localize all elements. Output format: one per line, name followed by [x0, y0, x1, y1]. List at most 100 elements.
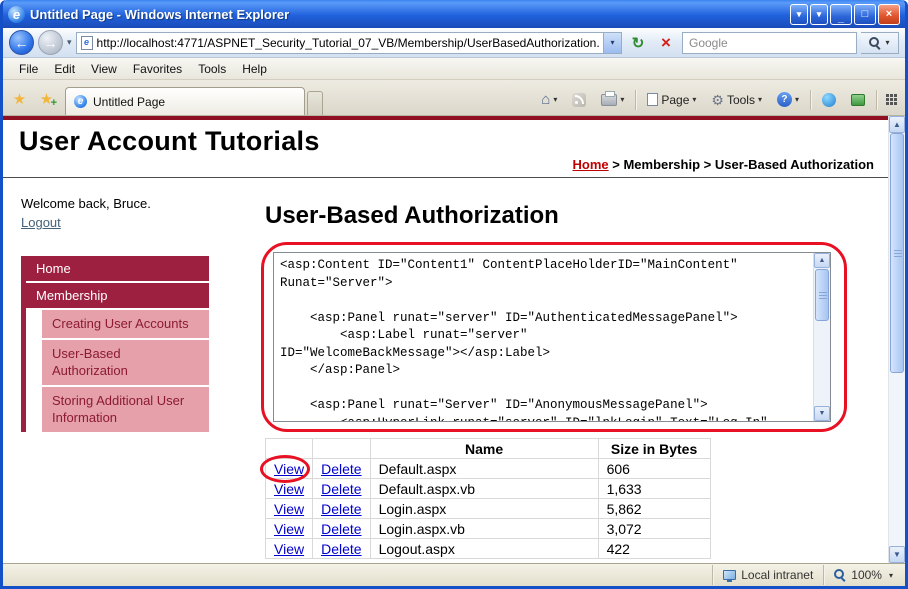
favorites-center-button[interactable]: ★	[7, 86, 32, 112]
close-button[interactable]: ×	[878, 3, 900, 25]
menu-help[interactable]: Help	[234, 60, 275, 78]
site-title: User Account Tutorials	[19, 126, 320, 156]
help-icon: ?	[776, 92, 792, 107]
delete-link[interactable]: Delete	[321, 521, 361, 537]
chevron-down-icon: ▾	[757, 95, 762, 104]
vertical-scrollbar[interactable]: ▲ ▼	[888, 116, 905, 563]
menu-edit[interactable]: Edit	[46, 60, 83, 78]
title-bar: e Untitled Page - Windows Internet Explo…	[3, 0, 905, 28]
view-link[interactable]: View	[274, 541, 304, 557]
minimize-button[interactable]: _	[830, 3, 852, 25]
security-zone: Local intranet	[715, 568, 821, 582]
window-controls: ▾ ▾ _ □ ×	[790, 3, 900, 25]
file-size: 1,633	[597, 478, 711, 499]
sidebar-nav: Home Membership Creating User Accounts U…	[21, 256, 209, 432]
window-extra-button[interactable]: ▾	[790, 3, 808, 25]
delete-link[interactable]: Delete	[321, 541, 361, 557]
delete-link[interactable]: Delete	[321, 461, 361, 477]
page-title: User-Based Authorization	[265, 202, 559, 229]
tab-untitled-page[interactable]: e Untitled Page	[65, 87, 305, 115]
sidebar-item-home[interactable]: Home	[26, 256, 209, 281]
table-row: View Delete Login.aspx.vb 3,072	[264, 518, 711, 539]
breadcrumb: Home > Membership > User-Based Authoriza…	[573, 157, 874, 172]
toolbar-separator	[635, 89, 637, 110]
code-scrollbar[interactable]: ▲ ▼	[813, 253, 830, 421]
page-menu-button[interactable]: Page ▾	[641, 89, 702, 111]
scroll-down-icon[interactable]: ▼	[814, 406, 830, 421]
command-bar: ⌂ ▾ ▾ Page ▾ ⚙ Tools ▾ ? ▾	[535, 88, 901, 111]
table-header-row: Name Size in Bytes	[264, 438, 711, 459]
chevron-down-icon: ▾	[553, 95, 558, 104]
scrollbar-thumb[interactable]	[890, 133, 904, 373]
welcome-message: Welcome back, Bruce.	[21, 196, 151, 211]
sidebar-item-creating-user-accounts[interactable]: Creating User Accounts	[42, 310, 209, 338]
help-button[interactable]: ? ▾	[771, 88, 805, 111]
menu-file[interactable]: File	[11, 60, 46, 78]
star-icon: ★	[12, 91, 27, 108]
scroll-up-icon[interactable]: ▲	[889, 116, 905, 133]
search-box[interactable]	[682, 31, 857, 54]
view-link[interactable]: View	[274, 481, 304, 497]
chevron-down-icon: ▾	[888, 570, 893, 580]
files-table: Name Size in Bytes View Delete Default.a…	[260, 438, 711, 559]
messenger-button[interactable]	[816, 89, 842, 111]
history-dropdown-icon[interactable]: ▾	[67, 37, 72, 48]
search-dropdown-icon[interactable]: ▾	[885, 38, 889, 47]
file-name: Login.aspx	[369, 498, 599, 519]
address-field[interactable]: e ▾	[75, 31, 622, 54]
code-textarea[interactable]: <asp:Content ID="Content1" ContentPlaceH…	[274, 253, 813, 421]
window-extra-button[interactable]: ▾	[810, 3, 828, 25]
breadcrumb-home-link[interactable]: Home	[573, 157, 609, 172]
sidebar-item-user-based-authorization[interactable]: User-Based Authorization	[42, 339, 209, 385]
url-input[interactable]	[96, 35, 599, 50]
stop-button[interactable]: ×	[654, 32, 678, 54]
file-size: 5,862	[597, 498, 711, 519]
delete-link[interactable]: Delete	[321, 481, 361, 497]
maximize-button[interactable]: □	[854, 3, 876, 25]
view-column-header	[264, 438, 314, 459]
scroll-down-icon[interactable]: ▼	[889, 546, 905, 563]
refresh-button[interactable]: ↻	[626, 32, 650, 54]
home-button[interactable]: ⌂ ▾	[535, 88, 563, 111]
breadcrumb-trail: > Membership > User-Based Authorization	[608, 157, 874, 172]
delete-column-header	[312, 438, 371, 459]
site-header: User Account Tutorials Home > Membership…	[3, 120, 888, 178]
toolbar-separator	[810, 89, 811, 110]
size-column-header: Size in Bytes	[597, 438, 711, 459]
zoom-control[interactable]: 100% ▾	[826, 568, 901, 582]
new-tab-button[interactable]	[307, 91, 323, 115]
toolbar-separator	[876, 89, 877, 110]
back-button[interactable]: ←	[9, 30, 34, 55]
search-input[interactable]	[687, 34, 852, 51]
file-name: Default.aspx	[369, 458, 599, 479]
address-dropdown-button[interactable]: ▾	[603, 32, 621, 53]
view-link[interactable]: View	[274, 521, 304, 537]
search-button[interactable]: ▾	[861, 31, 899, 54]
forward-button[interactable]: →	[38, 30, 63, 55]
browser-window: e Untitled Page - Windows Internet Explo…	[0, 0, 908, 589]
menu-favorites[interactable]: Favorites	[125, 60, 190, 78]
research-button[interactable]	[845, 90, 871, 110]
delete-link[interactable]: Delete	[321, 501, 361, 517]
feeds-button[interactable]	[566, 89, 592, 111]
code-box: <asp:Content ID="Content1" ContentPlaceH…	[273, 252, 831, 422]
menu-tools[interactable]: Tools	[190, 60, 234, 78]
logout-link[interactable]: Logout	[21, 215, 61, 230]
file-name: Logout.aspx	[369, 538, 599, 559]
sidebar-item-membership[interactable]: Membership	[26, 283, 209, 308]
sidebar-item-storing-additional-user-information[interactable]: Storing Additional User Information	[42, 386, 209, 432]
scrollbar-thumb[interactable]	[815, 269, 829, 321]
research-icon	[851, 93, 865, 106]
view-link[interactable]: View	[274, 461, 304, 477]
scroll-up-icon[interactable]: ▲	[814, 253, 830, 268]
tools-menu-button[interactable]: ⚙ Tools ▾	[705, 89, 768, 111]
view-link[interactable]: View	[274, 501, 304, 517]
print-button[interactable]: ▾	[595, 90, 630, 110]
search-icon	[869, 36, 881, 49]
quick-tabs-icon[interactable]	[885, 93, 898, 106]
chevron-down-icon: ▾	[692, 95, 697, 104]
rss-icon	[572, 92, 587, 107]
menu-view[interactable]: View	[83, 60, 125, 78]
page-favicon: e	[80, 35, 93, 50]
add-favorite-button[interactable]: ★ +	[34, 86, 59, 112]
